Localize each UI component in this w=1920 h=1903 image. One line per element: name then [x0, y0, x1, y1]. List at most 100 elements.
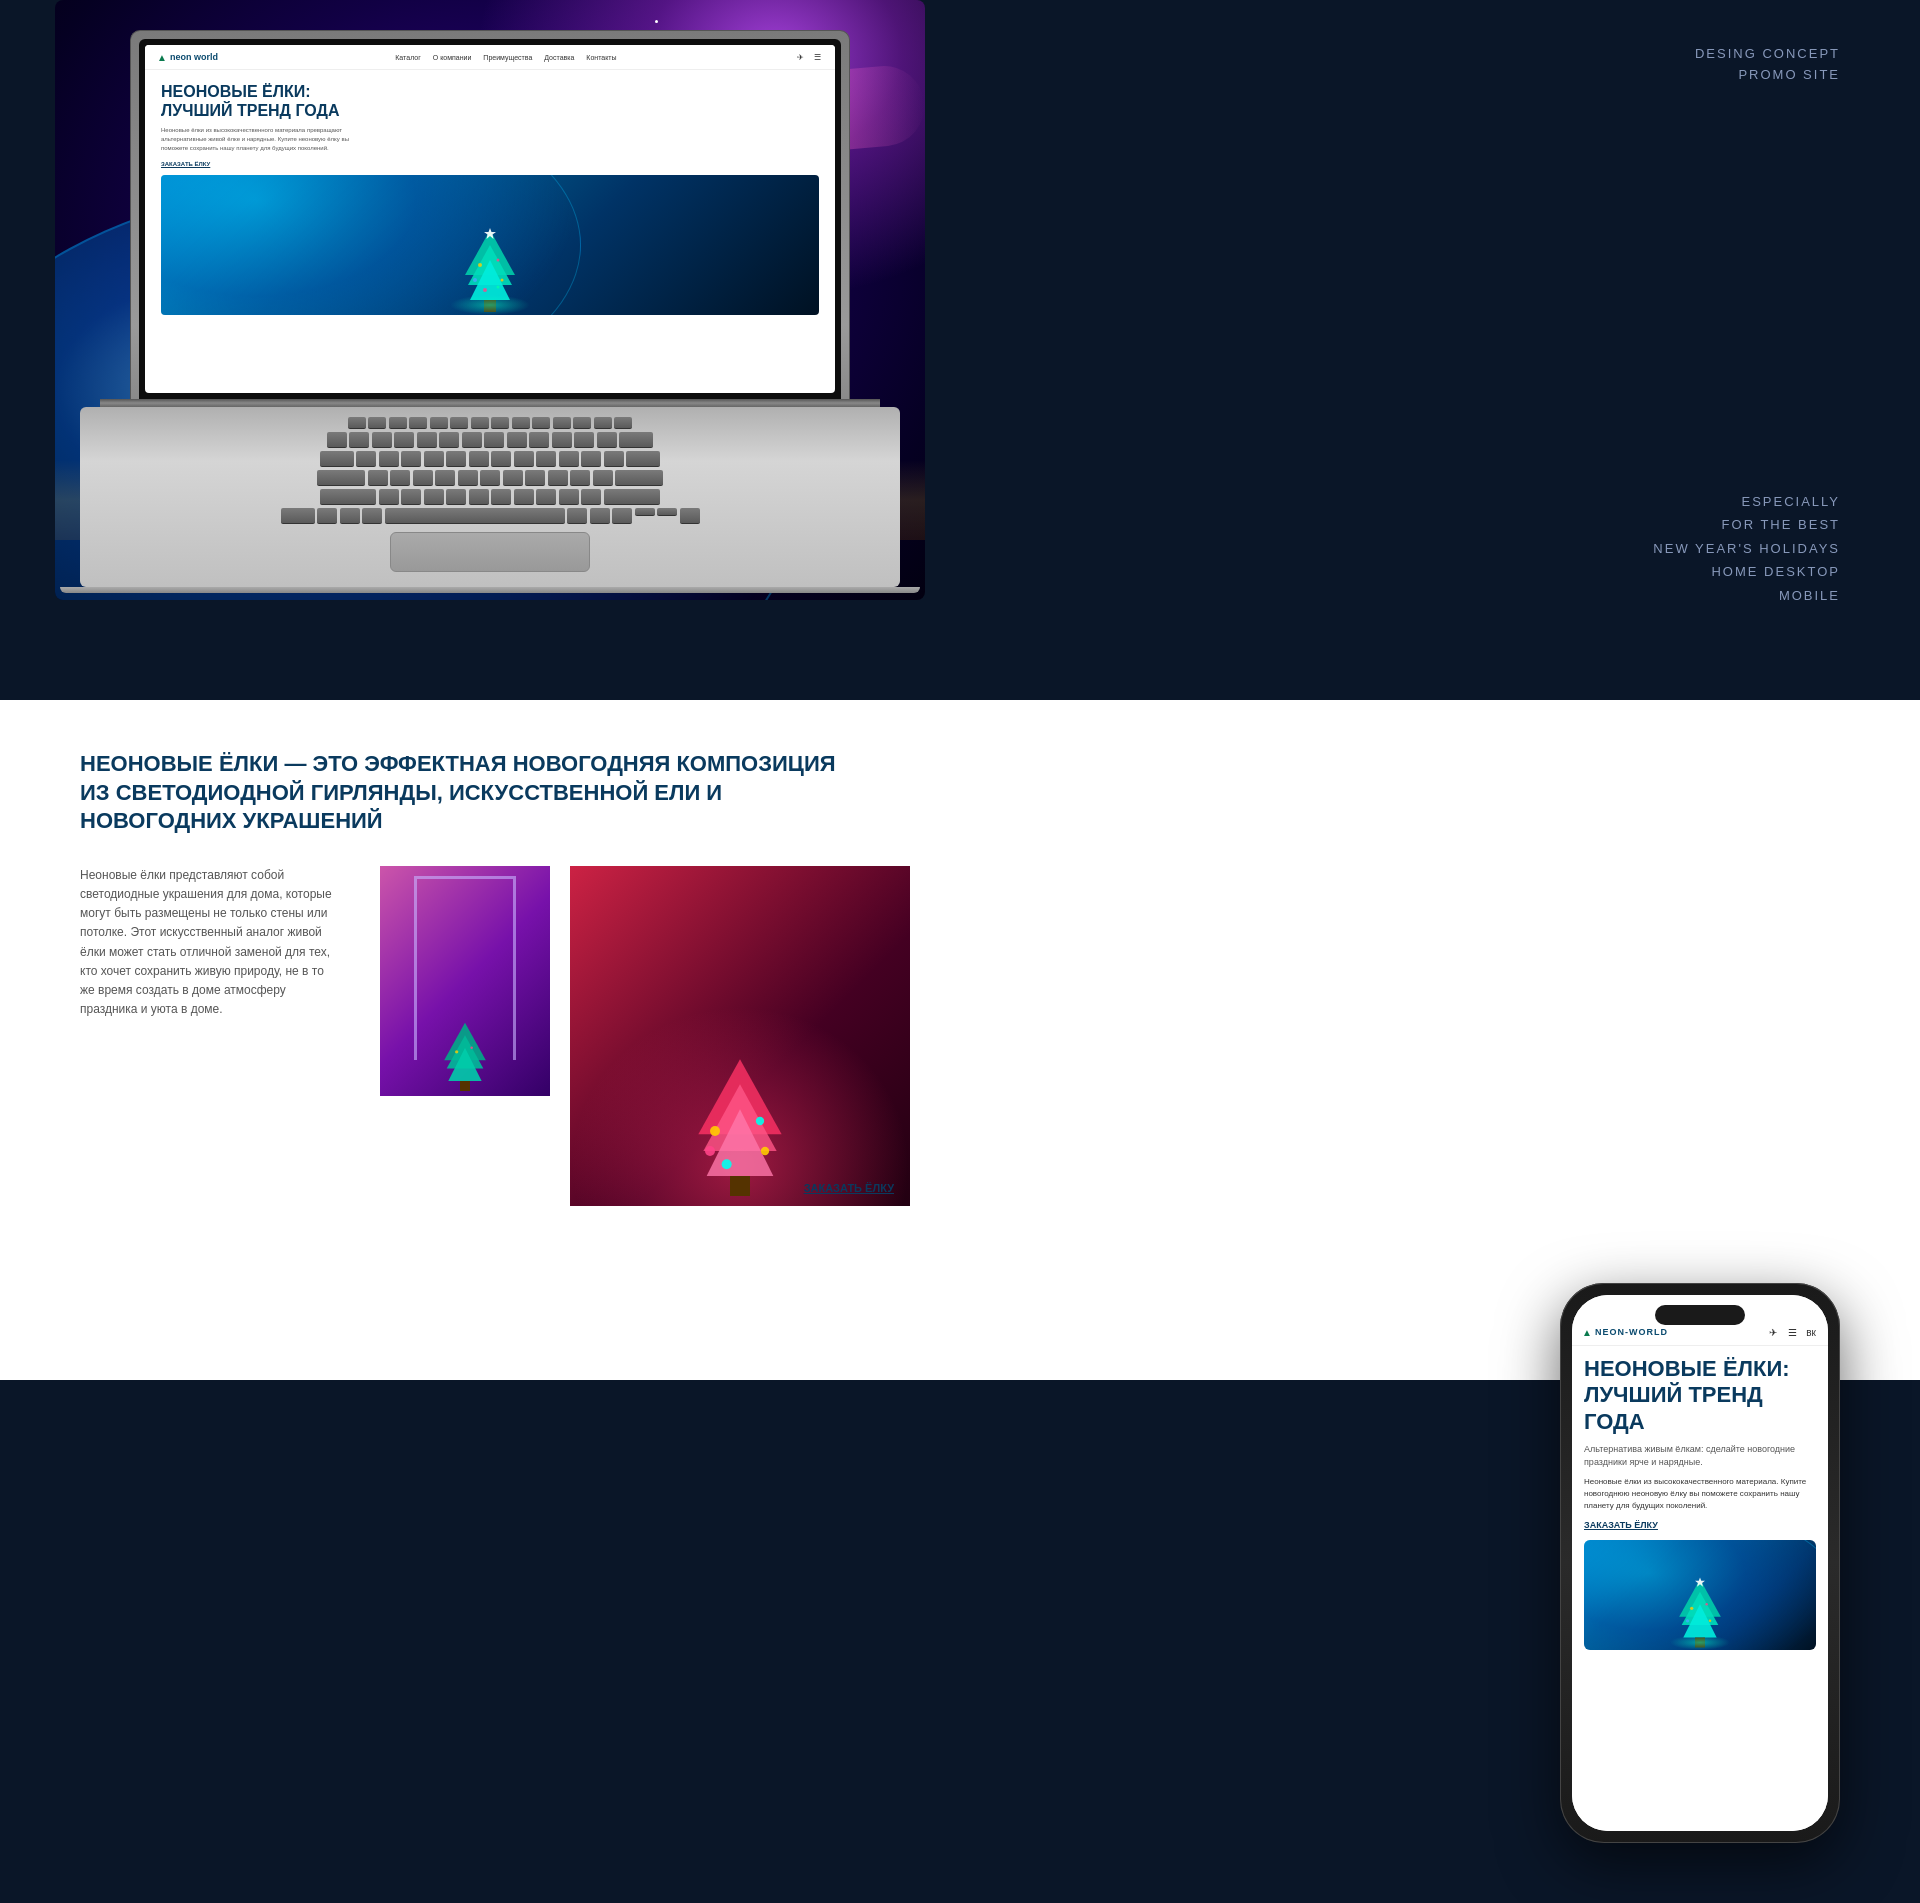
key-t[interactable]	[446, 451, 466, 467]
svg-point-22	[756, 1117, 764, 1125]
key-esc[interactable]	[348, 417, 366, 429]
key-g[interactable]	[458, 470, 478, 486]
key-n[interactable]	[491, 489, 511, 505]
key-f7[interactable]	[491, 417, 509, 429]
key-k[interactable]	[525, 470, 545, 486]
vk-icon[interactable]: ☰	[811, 51, 823, 63]
order-link[interactable]: ЗАКАЗАТЬ ЁЛКУ	[804, 1182, 894, 1194]
phone-cta[interactable]: ЗАКАЗАТЬ ЁЛКУ	[1584, 1520, 1816, 1530]
key-q[interactable]	[356, 451, 376, 467]
key-capslock[interactable]	[317, 470, 365, 486]
key-y[interactable]	[469, 451, 489, 467]
key-1[interactable]	[349, 432, 369, 448]
phone-telegram-icon[interactable]: ✈	[1766, 1325, 1780, 1339]
key-m[interactable]	[514, 489, 534, 505]
key-up[interactable]	[635, 508, 655, 516]
key-cmd[interactable]	[362, 508, 382, 524]
svg-rect-14	[460, 1081, 470, 1091]
key-e[interactable]	[401, 451, 421, 467]
key-f11[interactable]	[573, 417, 591, 429]
nav-link-catalog[interactable]: Каталог	[395, 54, 420, 61]
key-equals[interactable]	[597, 432, 617, 448]
key-2[interactable]	[372, 432, 392, 448]
key-p[interactable]	[559, 451, 579, 467]
key-down[interactable]	[657, 508, 677, 516]
nav-link-advantages[interactable]: Преимущества	[483, 54, 532, 61]
key-minus[interactable]	[574, 432, 594, 448]
key-f6[interactable]	[471, 417, 489, 429]
key-f8[interactable]	[512, 417, 530, 429]
key-backspace[interactable]	[619, 432, 653, 448]
hero-cta[interactable]: ЗАКАЗАТЬ ЁЛКУ	[161, 161, 819, 167]
key-0[interactable]	[552, 432, 572, 448]
key-a[interactable]	[368, 470, 388, 486]
key-enter[interactable]	[615, 470, 663, 486]
key-b[interactable]	[469, 489, 489, 505]
key-quote[interactable]	[593, 470, 613, 486]
key-c[interactable]	[424, 489, 444, 505]
svg-point-33	[1686, 1620, 1689, 1623]
key-j[interactable]	[503, 470, 523, 486]
key-l[interactable]	[548, 470, 568, 486]
key-v[interactable]	[446, 489, 466, 505]
key-z[interactable]	[379, 489, 399, 505]
hero-title: НЕОНОВЫЕ ЁЛКИ: ЛУЧШИЙ ТРЕНД ГОДА	[161, 82, 819, 120]
key-period[interactable]	[559, 489, 579, 505]
key-f10[interactable]	[553, 417, 571, 429]
phone-menu-icon[interactable]: ☰	[1785, 1325, 1799, 1339]
key-f[interactable]	[435, 470, 455, 486]
especially-label: ESPECIALLY	[1653, 490, 1840, 513]
phone-vk-icon[interactable]: вк	[1804, 1325, 1818, 1339]
room-window	[380, 866, 550, 1096]
phone-hero: НЕОНОВЫЕ ЁЛКИ: ЛУЧШИЙ ТРЕНД ГОДА Альтерн…	[1572, 1346, 1828, 1660]
key-f3[interactable]	[409, 417, 427, 429]
key-backslash[interactable]	[626, 451, 660, 467]
key-cmd-r[interactable]	[567, 508, 587, 524]
phone-subtitle: Альтернатива живым ёлкам: сделайте новог…	[1584, 1443, 1816, 1468]
key-tab[interactable]	[320, 451, 354, 467]
key-space[interactable]	[385, 508, 565, 524]
key-f4[interactable]	[430, 417, 448, 429]
key-4[interactable]	[417, 432, 437, 448]
key-slash[interactable]	[581, 489, 601, 505]
key-o[interactable]	[536, 451, 556, 467]
key-shift-l[interactable]	[320, 489, 376, 505]
key-d[interactable]	[413, 470, 433, 486]
key-f2[interactable]	[389, 417, 407, 429]
key-left[interactable]	[612, 508, 632, 524]
key-i[interactable]	[514, 451, 534, 467]
key-8[interactable]	[507, 432, 527, 448]
nav-link-about[interactable]: О компании	[433, 54, 472, 61]
key-backtick[interactable]	[327, 432, 347, 448]
key-9[interactable]	[529, 432, 549, 448]
key-alt-l[interactable]	[340, 508, 360, 524]
telegram-icon[interactable]: ✈	[794, 51, 806, 63]
key-lbracket[interactable]	[581, 451, 601, 467]
key-r[interactable]	[424, 451, 444, 467]
key-f12[interactable]	[594, 417, 612, 429]
key-semicolon[interactable]	[570, 470, 590, 486]
key-u[interactable]	[491, 451, 511, 467]
key-6[interactable]	[462, 432, 482, 448]
key-f1[interactable]	[368, 417, 386, 429]
key-5[interactable]	[439, 432, 459, 448]
nav-link-delivery[interactable]: Доставка	[544, 54, 574, 61]
key-x[interactable]	[401, 489, 421, 505]
key-7[interactable]	[484, 432, 504, 448]
key-alt-r[interactable]	[590, 508, 610, 524]
key-h[interactable]	[480, 470, 500, 486]
key-comma[interactable]	[536, 489, 556, 505]
trackpad[interactable]	[390, 532, 590, 572]
key-f9[interactable]	[532, 417, 550, 429]
key-ctrl[interactable]	[317, 508, 337, 524]
key-fn[interactable]	[281, 508, 315, 524]
key-f5[interactable]	[450, 417, 468, 429]
key-right[interactable]	[680, 508, 700, 524]
key-s[interactable]	[390, 470, 410, 486]
key-3[interactable]	[394, 432, 414, 448]
key-w[interactable]	[379, 451, 399, 467]
nav-link-contacts[interactable]: Контакты	[586, 54, 616, 61]
key-del[interactable]	[614, 417, 632, 429]
key-rbracket[interactable]	[604, 451, 624, 467]
key-shift-r[interactable]	[604, 489, 660, 505]
